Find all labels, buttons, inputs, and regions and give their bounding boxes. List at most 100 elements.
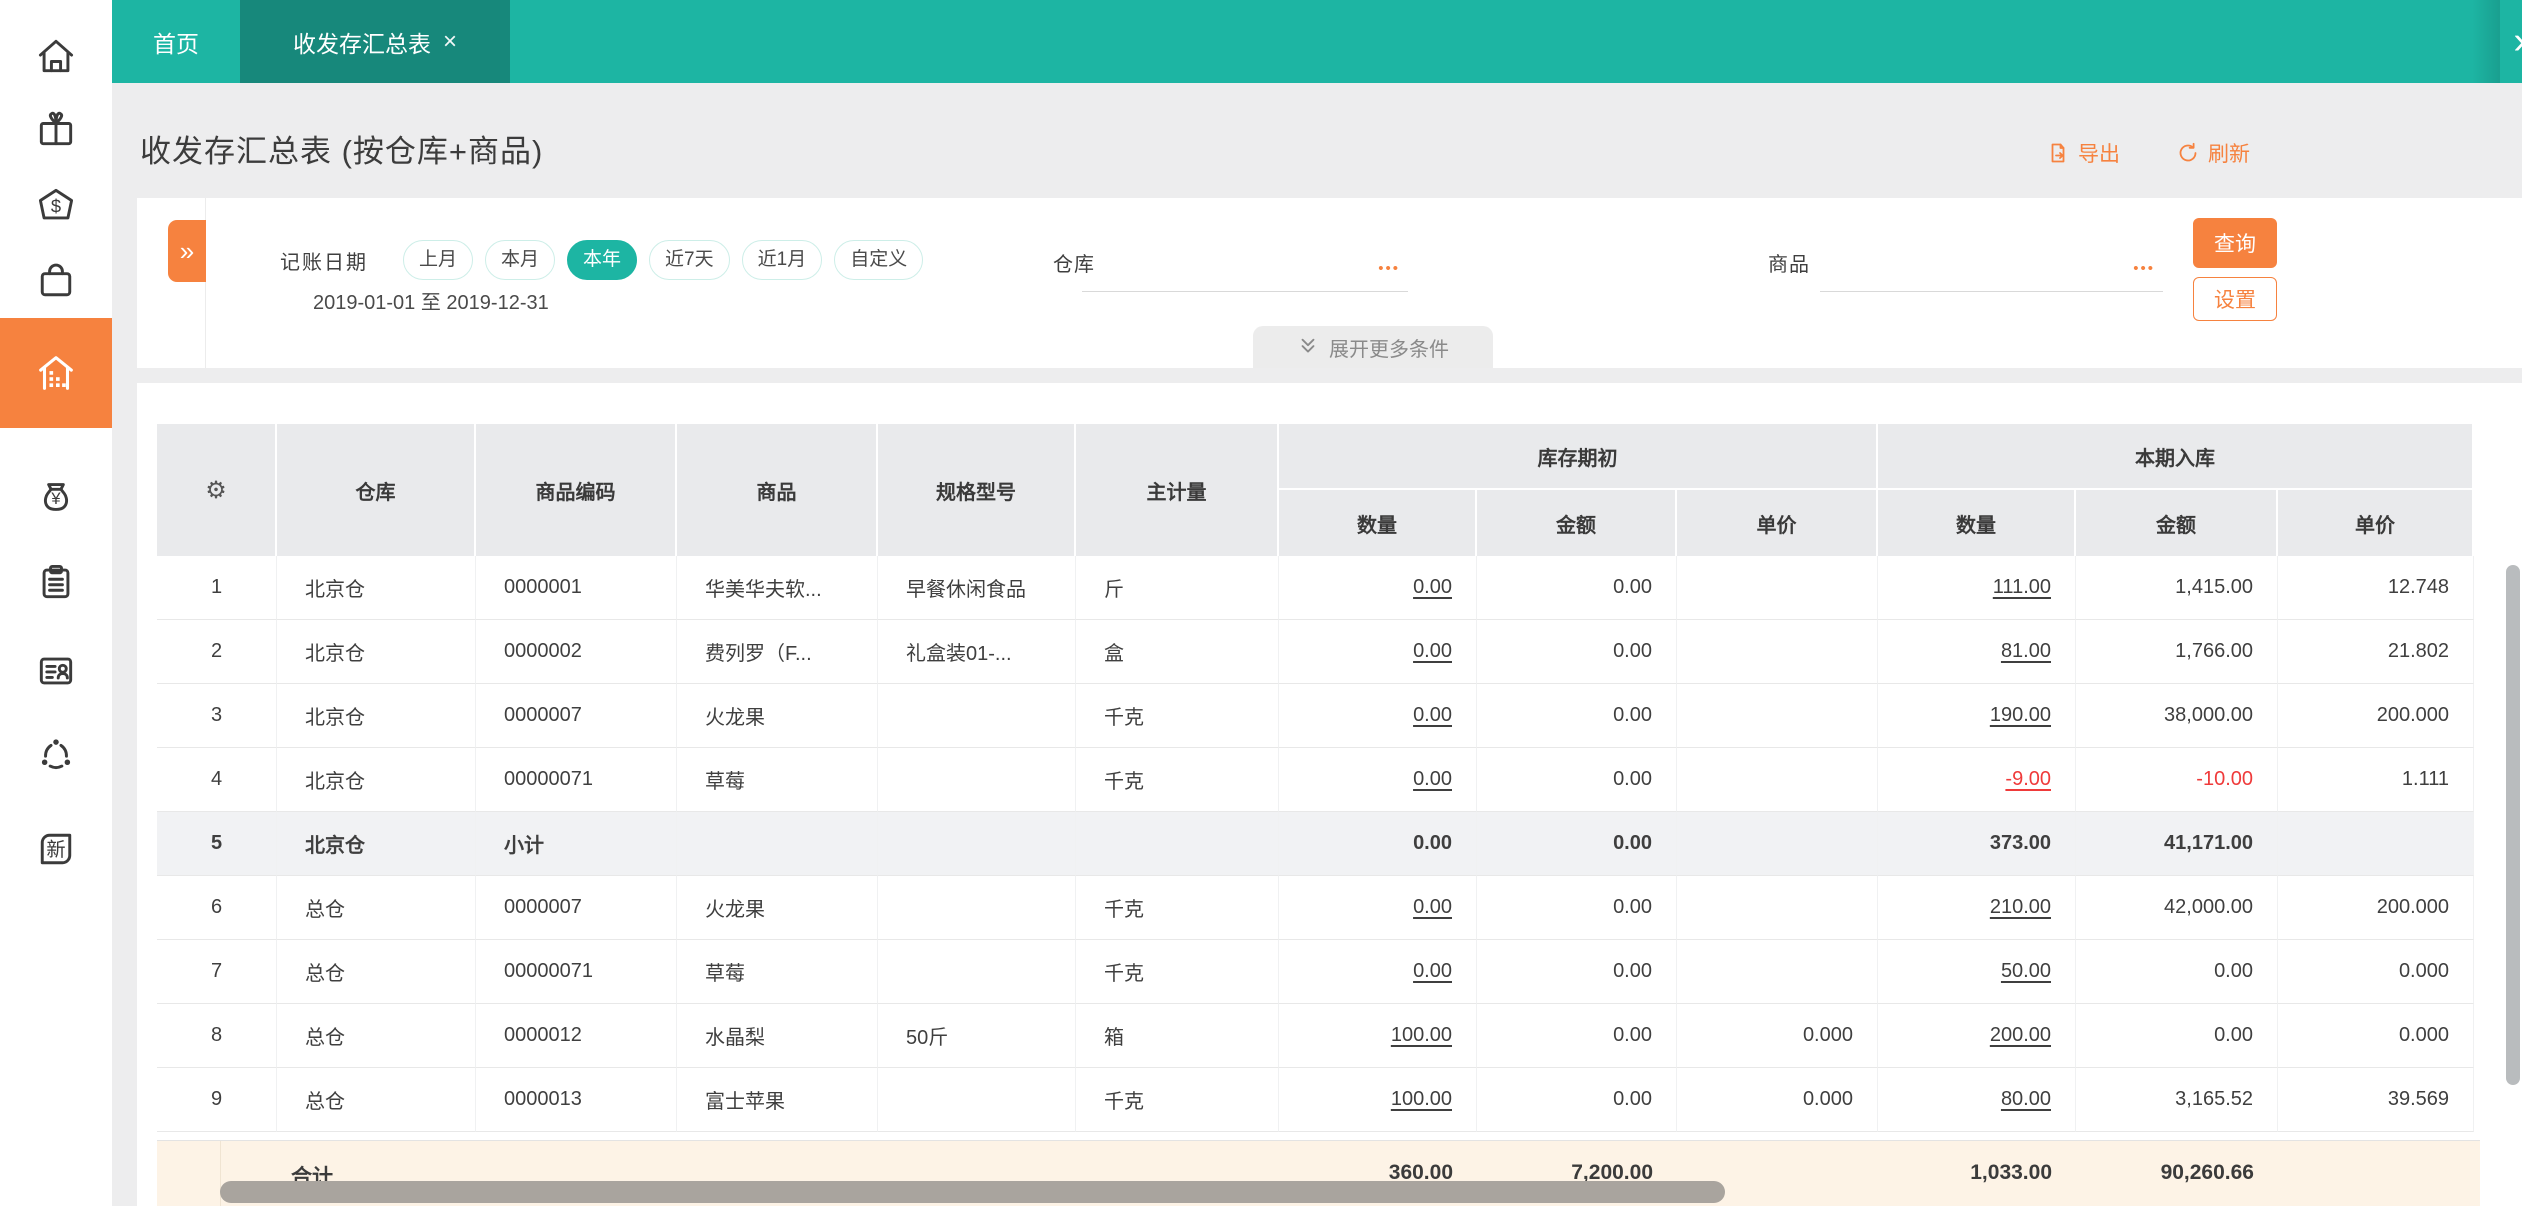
sidebar-item-sales[interactable]: $ <box>0 170 112 242</box>
refresh-label: 刷新 <box>2208 143 2250 166</box>
date-option-this-year[interactable]: 本年 <box>567 240 638 280</box>
num-value: 0.00 <box>1613 896 1652 918</box>
qty-drill-link[interactable]: 200.00 <box>1990 1024 2051 1046</box>
warehouse-picker-dots-icon[interactable]: ••• <box>1378 260 1400 277</box>
table-cell: 北京仓 <box>277 620 476 684</box>
tab-close-icon[interactable]: × <box>443 28 457 56</box>
sub-header-0-1: 金额 <box>1477 490 1677 556</box>
sub-header-1-2: 单价 <box>2278 490 2474 556</box>
settings-button[interactable]: 设置 <box>2193 277 2277 321</box>
tab-scroll-right-icon[interactable]: › <box>2513 22 2522 60</box>
table-row: 2 北京仓 0000002 费列罗（F... 礼盒装01-... 盒 0.00 0.00 81.… <box>157 620 2474 684</box>
qty-drill-link[interactable]: 190.00 <box>1990 704 2051 726</box>
sub-header-1-0: 数量 <box>1878 490 2076 556</box>
table-cell: 100.00 <box>1279 1004 1477 1068</box>
date-option-last-month[interactable]: 上月 <box>403 240 474 280</box>
query-button[interactable]: 查询 <box>2193 218 2277 268</box>
num-value: 0.00 <box>1613 640 1652 662</box>
export-icon <box>2051 143 2065 163</box>
summary-table: ⚙ 仓库 商品编码 商品 规格型号 主计量 库存期初 本期入库 数量 金额 单价 数量 金额 单价 1 北京… <box>157 424 2474 1132</box>
sidebar-item-contacts[interactable] <box>0 635 112 707</box>
collapse-filters-handle[interactable]: » <box>168 220 206 282</box>
tab-home[interactable]: 首页 <box>112 0 240 83</box>
qty-drill-link[interactable]: 210.00 <box>1990 896 2051 918</box>
expand-more-conditions-button[interactable]: 展开更多条件 <box>1253 326 1493 368</box>
table-cell: 富士苹果 <box>677 1068 878 1132</box>
table-cell: 0.00 <box>1477 940 1677 1004</box>
sidebar-item-home[interactable] <box>0 20 112 92</box>
qty-drill-link[interactable]: 0.00 <box>1413 768 1452 790</box>
date-range-value[interactable]: 2019-01-01 至 2019-12-31 <box>313 286 549 315</box>
table-cell: 0.00 <box>1279 876 1477 940</box>
table-cell: 北京仓 <box>277 684 476 748</box>
num-value: 0.00 <box>1613 1024 1652 1046</box>
qty-drill-link[interactable]: -9.00 <box>2005 768 2051 790</box>
table-cell: 0.00 <box>1477 684 1677 748</box>
table-cell: 火龙果 <box>677 876 878 940</box>
table-cell: 00000071 <box>476 748 677 812</box>
qty-drill-link[interactable]: 81.00 <box>2001 640 2051 662</box>
table-cell: 0000002 <box>476 620 677 684</box>
table-cell: 200.000 <box>2278 684 2474 748</box>
table-cell: 0000007 <box>476 876 677 940</box>
sidebar: $ ¥ 新 <box>0 0 112 1206</box>
tab-overflow-shadow <box>2472 0 2500 83</box>
date-option-custom[interactable]: 自定义 <box>834 240 924 280</box>
sidebar-item-reports[interactable] <box>0 546 112 618</box>
sidebar-item-new[interactable]: 新 <box>0 813 112 885</box>
qty-drill-link[interactable]: 0.00 <box>1413 960 1452 982</box>
refresh-icon <box>2179 142 2197 162</box>
table-cell: 总仓 <box>277 1004 476 1068</box>
date-option-last-7-days[interactable]: 近7天 <box>649 240 730 280</box>
qty-drill-link[interactable]: 100.00 <box>1391 1024 1452 1046</box>
num-value: 1,415.00 <box>2175 576 2253 598</box>
sidebar-item-share[interactable] <box>0 718 112 790</box>
qty-drill-link[interactable]: 0.00 <box>1413 704 1452 726</box>
date-option-last-1-month[interactable]: 近1月 <box>741 240 823 280</box>
table-row: 6 总仓 0000007 火龙果 千克 0.00 0.00 210.00 42,000.00 20… <box>157 876 2474 940</box>
table-cell: 3 <box>157 684 277 748</box>
warehouse-input[interactable]: ••• <box>1082 258 1408 292</box>
gear-icon[interactable]: ⚙ <box>205 477 227 504</box>
table-cell: 81.00 <box>1878 620 2076 684</box>
date-option-this-month[interactable]: 本月 <box>485 240 556 280</box>
refresh-button[interactable]: 刷新 <box>2176 138 2250 168</box>
home-icon <box>38 39 74 73</box>
table-cell: 41,171.00 <box>2076 812 2278 876</box>
tab-summary-active[interactable]: 收发存汇总表 × <box>240 0 510 83</box>
num-value: 42,000.00 <box>2164 896 2253 918</box>
sidebar-item-purchase[interactable] <box>0 245 112 317</box>
num-value: 38,000.00 <box>2164 704 2253 726</box>
qty-drill-link[interactable]: 50.00 <box>2001 960 2051 982</box>
qty-drill-link[interactable]: 0.00 <box>1413 896 1452 918</box>
table-cell: 费列罗（F... <box>677 620 878 684</box>
sidebar-item-finance[interactable]: ¥ <box>0 461 112 533</box>
table-cell <box>878 748 1076 812</box>
sidebar-item-inventory-active[interactable] <box>0 318 112 428</box>
horizontal-scrollbar-thumb[interactable] <box>220 1181 1725 1203</box>
product-picker-dots-icon[interactable]: ••• <box>2133 260 2155 277</box>
table-cell: 50.00 <box>1878 940 2076 1004</box>
table-cell: 8 <box>157 1004 277 1068</box>
table-cell: 111.00 <box>1878 556 2076 620</box>
qty-drill-link[interactable]: 0.00 <box>1413 640 1452 662</box>
num-value: 1.111 <box>2401 768 2449 790</box>
column-settings-header: ⚙ <box>157 424 277 556</box>
export-button[interactable]: 导出 <box>2046 138 2120 168</box>
sidebar-item-promotions[interactable] <box>0 93 112 165</box>
table-cell: 早餐休闲食品 <box>878 556 1076 620</box>
num-value: 39.569 <box>2387 1088 2449 1110</box>
table-cell: 0.00 <box>1477 748 1677 812</box>
table-cell <box>2278 812 2474 876</box>
table-cell: 0.00 <box>1279 684 1477 748</box>
qty-drill-link[interactable]: 0.00 <box>1413 576 1452 598</box>
qty-drill-link[interactable]: 80.00 <box>2001 1088 2051 1110</box>
qty-drill-link[interactable]: 100.00 <box>1391 1088 1452 1110</box>
table-cell <box>1677 940 1878 1004</box>
table-cell: 2 <box>157 620 277 684</box>
vertical-scrollbar-thumb[interactable] <box>2506 565 2520 1085</box>
qty-drill-link[interactable]: 111.00 <box>1993 576 2051 598</box>
table-cell <box>878 940 1076 1004</box>
table-cell: 斤 <box>1076 556 1279 620</box>
product-input[interactable]: ••• <box>1820 258 2163 292</box>
